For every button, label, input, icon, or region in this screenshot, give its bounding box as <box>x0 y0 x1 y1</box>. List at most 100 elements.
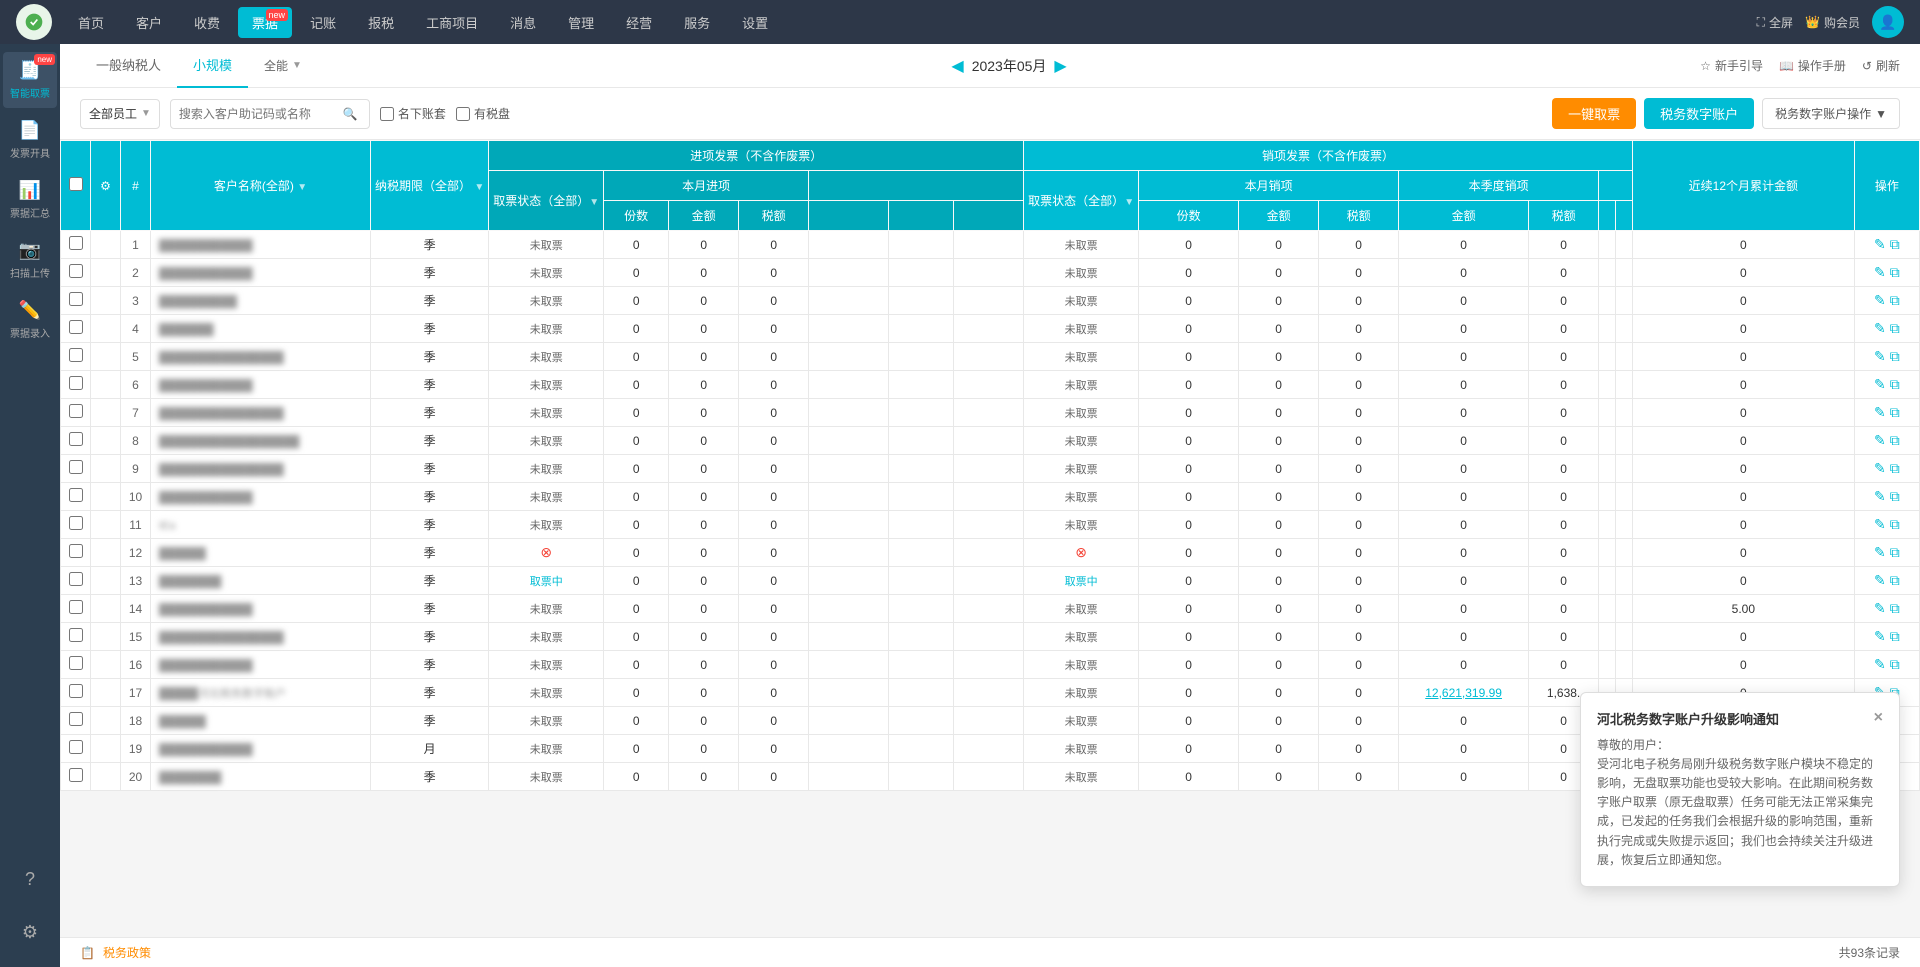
copy-button[interactable]: ⧉ <box>1890 628 1900 645</box>
out-status-filter[interactable]: ▼ <box>1124 197 1134 208</box>
edit-button[interactable]: ✎ <box>1874 488 1886 505</box>
copy-button[interactable]: ⧉ <box>1890 236 1900 253</box>
edit-button[interactable]: ✎ <box>1874 236 1886 253</box>
row-checkbox[interactable] <box>69 264 83 278</box>
row-checkbox[interactable] <box>69 516 83 530</box>
copy-button[interactable]: ⧉ <box>1890 600 1900 617</box>
row-checkbox[interactable] <box>69 656 83 670</box>
row-checkbox[interactable] <box>69 432 83 446</box>
row-checkbox[interactable] <box>69 376 83 390</box>
nav-message[interactable]: 消息 <box>496 7 550 38</box>
copy-button[interactable]: ⧉ <box>1890 292 1900 309</box>
edit-button[interactable]: ✎ <box>1874 320 1886 337</box>
sidebar-settings[interactable]: ⚙ <box>3 914 57 951</box>
row-checkbox[interactable] <box>69 404 83 418</box>
row-checkbox-cell[interactable] <box>61 651 91 679</box>
edit-button[interactable]: ✎ <box>1874 348 1886 365</box>
nav-home[interactable]: 首页 <box>64 7 118 38</box>
row-checkbox-cell[interactable] <box>61 343 91 371</box>
nav-business[interactable]: 工商项目 <box>412 7 492 38</box>
copy-button[interactable]: ⧉ <box>1890 656 1900 673</box>
row-checkbox[interactable] <box>69 488 83 502</box>
tax-policy-link[interactable]: 税务政策 <box>103 944 151 961</box>
row-checkbox[interactable] <box>69 684 83 698</box>
nav-client[interactable]: 客户 <box>122 7 176 38</box>
nav-invoice[interactable]: 票据 new <box>238 7 292 38</box>
sidebar-item-smart-invoice[interactable]: 🧾 智能取票 new <box>3 52 57 108</box>
fullscreen-button[interactable]: ⛶ 全屏 <box>1757 14 1793 31</box>
one-click-button[interactable]: 一键取票 <box>1552 98 1636 129</box>
edit-button[interactable]: ✎ <box>1874 404 1886 421</box>
edit-button[interactable]: ✎ <box>1874 264 1886 281</box>
row-checkbox[interactable] <box>69 572 83 586</box>
row-checkbox[interactable] <box>69 320 83 334</box>
copy-button[interactable]: ⧉ <box>1890 516 1900 533</box>
row-checkbox-cell[interactable] <box>61 455 91 483</box>
row-checkbox-cell[interactable] <box>61 259 91 287</box>
row-checkbox[interactable] <box>69 712 83 726</box>
in-status-filter[interactable]: ▼ <box>589 197 599 208</box>
name-filter-icon[interactable]: ▼ <box>297 182 307 193</box>
search-input[interactable] <box>179 107 339 121</box>
copy-button[interactable]: ⧉ <box>1890 348 1900 365</box>
row-checkbox-cell[interactable] <box>61 539 91 567</box>
row-checkbox[interactable] <box>69 460 83 474</box>
row-checkbox-cell[interactable] <box>61 315 91 343</box>
edit-button[interactable]: ✎ <box>1874 292 1886 309</box>
row-checkbox[interactable] <box>69 600 83 614</box>
th-in-status[interactable]: 取票状态（全部）▼ <box>489 171 604 231</box>
tax-digital-button[interactable]: 税务数字账户 <box>1644 98 1754 129</box>
nav-service[interactable]: 服务 <box>670 7 724 38</box>
quota-filter-icon[interactable]: ▼ <box>474 182 484 193</box>
sidebar-item-summary[interactable]: 📊 票据汇总 <box>3 172 57 228</box>
row-checkbox-cell[interactable] <box>61 595 91 623</box>
row-checkbox-cell[interactable] <box>61 567 91 595</box>
edit-button[interactable]: ✎ <box>1874 544 1886 561</box>
sidebar-item-open-invoice[interactable]: 📄 发票开具 <box>3 112 57 168</box>
copy-button[interactable]: ⧉ <box>1890 544 1900 561</box>
nav-manage[interactable]: 管理 <box>554 7 608 38</box>
row-checkbox[interactable] <box>69 740 83 754</box>
copy-button[interactable]: ⧉ <box>1890 432 1900 449</box>
nav-fee[interactable]: 收费 <box>180 7 234 38</box>
copy-button[interactable]: ⧉ <box>1890 488 1900 505</box>
search-box[interactable]: 🔍 <box>170 99 370 129</box>
copy-button[interactable]: ⧉ <box>1890 264 1900 281</box>
prev-month-button[interactable]: ◀ <box>951 56 963 76</box>
account-checkbox[interactable] <box>380 107 394 121</box>
row-checkbox-cell[interactable] <box>61 287 91 315</box>
row-checkbox-cell[interactable] <box>61 511 91 539</box>
nav-tax[interactable]: 报税 <box>354 7 408 38</box>
tab-small-scale[interactable]: 小规模 <box>177 44 248 88</box>
edit-button[interactable]: ✎ <box>1874 600 1886 617</box>
edit-button[interactable]: ✎ <box>1874 460 1886 477</box>
edit-button[interactable]: ✎ <box>1874 432 1886 449</box>
row-checkbox[interactable] <box>69 292 83 306</box>
row-checkbox[interactable] <box>69 628 83 642</box>
row-checkbox-cell[interactable] <box>61 231 91 259</box>
edit-button[interactable]: ✎ <box>1874 376 1886 393</box>
th-quota[interactable]: 纳税期限（全部） ▼ <box>371 141 489 231</box>
th-checkbox[interactable] <box>61 141 91 231</box>
copy-button[interactable]: ⧉ <box>1890 320 1900 337</box>
row-checkbox-cell[interactable] <box>61 763 91 791</box>
checkbox-account[interactable]: 名下账套 <box>380 105 446 122</box>
nav-accounting[interactable]: 记账 <box>296 7 350 38</box>
row-checkbox-cell[interactable] <box>61 623 91 651</box>
sidebar-item-scan[interactable]: 📷 扫描上传 <box>3 232 57 288</box>
tax-ops-button[interactable]: 税务数字账户操作 ▼ <box>1762 98 1900 129</box>
row-checkbox-cell[interactable] <box>61 483 91 511</box>
edit-button[interactable]: ✎ <box>1874 628 1886 645</box>
manual-button[interactable]: 📖 操作手册 <box>1779 57 1846 74</box>
edit-button[interactable]: ✎ <box>1874 656 1886 673</box>
nav-settings[interactable]: 设置 <box>728 7 782 38</box>
edit-button[interactable]: ✎ <box>1874 572 1886 589</box>
copy-button[interactable]: ⧉ <box>1890 460 1900 477</box>
notification-close-button[interactable]: × <box>1874 709 1883 728</box>
nav-ops[interactable]: 经营 <box>612 7 666 38</box>
edit-button[interactable]: ✎ <box>1874 516 1886 533</box>
copy-button[interactable]: ⧉ <box>1890 376 1900 393</box>
tab-general-taxpayer[interactable]: 一般纳税人 <box>80 44 177 88</box>
checkbox-taxpad[interactable]: 有税盘 <box>456 105 510 122</box>
row-checkbox-cell[interactable] <box>61 371 91 399</box>
